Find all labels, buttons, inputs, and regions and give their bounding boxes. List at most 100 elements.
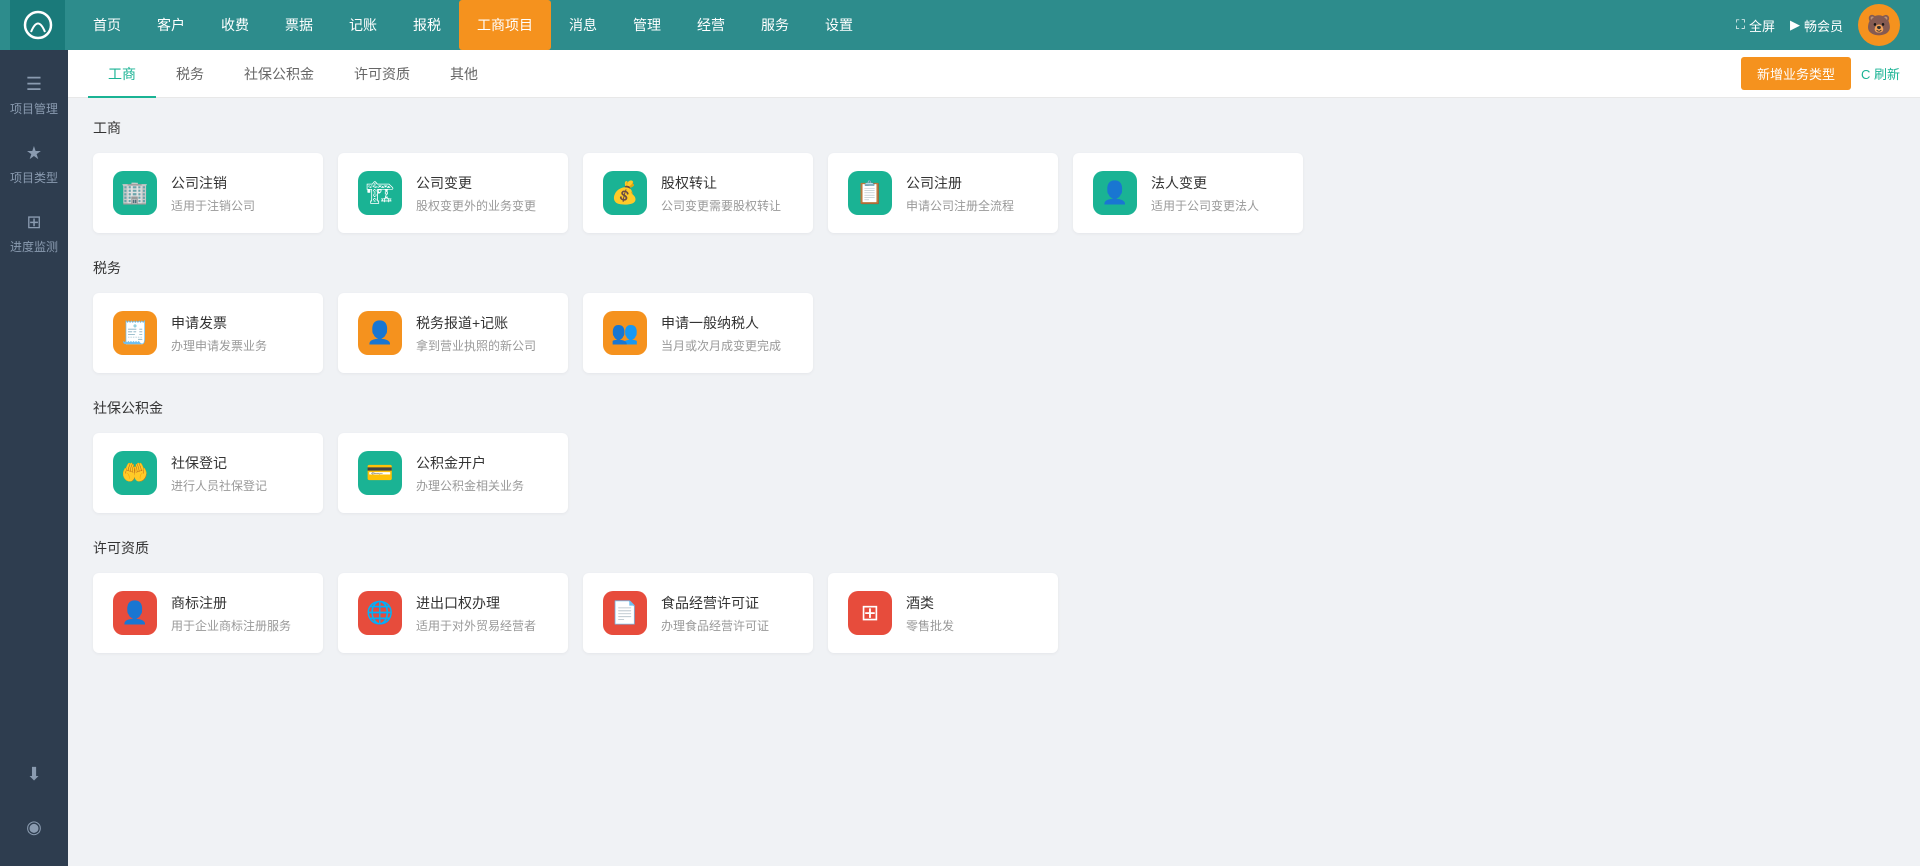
card-公司注册[interactable]: 📋 公司注册申请公司注册全流程 — [828, 153, 1058, 233]
card-info: 公司注销适用于注销公司 — [171, 173, 255, 214]
card-title: 股权转让 — [661, 173, 781, 193]
main-content[interactable]: 工商 🏢 公司注销适用于注销公司 🏗 公司变更股权变更外的业务变更 💰 股权转让公司变更需要… — [68, 98, 1920, 866]
tab-许可资质[interactable]: 许可资质 — [334, 50, 430, 98]
card-icon: 🏗 — [358, 171, 402, 215]
card-info: 公积金开户办理公积金相关业务 — [416, 453, 524, 494]
card-icon: ⊞ — [848, 591, 892, 635]
sidebar-bottom-icon: ⬇ — [22, 762, 46, 786]
nav-item-消息[interactable]: 消息 — [551, 0, 615, 50]
card-商标注册[interactable]: 👤 商标注册用于企业商标注册服务 — [93, 573, 323, 653]
card-进出口权办理[interactable]: 🌐 进出口权办理适用于对外贸易经营者 — [338, 573, 568, 653]
sidebar-item-进度监测[interactable]: ⊞进度监测 — [0, 198, 68, 267]
nav-item-服务[interactable]: 服务 — [743, 0, 807, 50]
sidebar-bottom: ⬇◉ — [17, 750, 51, 866]
cards-grid: 👤 商标注册用于企业商标注册服务 🌐 进出口权办理适用于对外贸易经营者 📄食品经营许可证… — [93, 573, 1895, 653]
card-info: 进出口权办理适用于对外贸易经营者 — [416, 593, 536, 634]
card-desc: 适用于公司变更法人 — [1151, 197, 1259, 214]
card-申请一般纳税人[interactable]: 👥申请一般纳税人当月或次月成变更完成 — [583, 293, 813, 373]
nav-right: ⛶ 全屏 ▶ 畅会员 🐻 — [1736, 4, 1900, 46]
card-desc: 公司变更需要股权转让 — [661, 197, 781, 214]
card-社保登记[interactable]: 🤲 社保登记进行人员社保登记 — [93, 433, 323, 513]
nav-item-管理[interactable]: 管理 — [615, 0, 679, 50]
card-title: 公司变更 — [416, 173, 536, 193]
cards-grid: 🏢 公司注销适用于注销公司 🏗 公司变更股权变更外的业务变更 💰 股权转让公司变更需要股权… — [93, 153, 1895, 233]
card-info: 法人变更适用于公司变更法人 — [1151, 173, 1259, 214]
card-desc: 股权变更外的业务变更 — [416, 197, 536, 214]
nav-item-收费[interactable]: 收费 — [203, 0, 267, 50]
content-area: 工商税务社保公积金许可资质其他 新增业务类型 C 刷新 工商🏢公司注销适用于注销… — [68, 50, 1920, 866]
card-desc: 适用于对外贸易经营者 — [416, 617, 536, 634]
section-title: 社保公积金 — [93, 398, 1895, 418]
card-desc: 申请公司注册全流程 — [906, 197, 1014, 214]
card-icon: 📋 — [848, 171, 892, 215]
nav-item-设置[interactable]: 设置 — [807, 0, 871, 50]
card-title: 商标注册 — [171, 593, 291, 613]
sidebar-bottom-item-1[interactable]: ◉ — [17, 803, 51, 851]
sidebar-item-项目类型[interactable]: ★项目类型 — [0, 129, 68, 198]
card-icon: 🤲 — [113, 451, 157, 495]
sidebar-item-项目管理[interactable]: ☰项目管理 — [0, 60, 68, 129]
card-股权转让[interactable]: 💰 股权转让公司变更需要股权转让 — [583, 153, 813, 233]
card-info: 商标注册用于企业商标注册服务 — [171, 593, 291, 634]
section-许可资质: 许可资质 👤 商标注册用于企业商标注册服务 🌐 进出口权办理适用于对外贸易经营者 📄食品经… — [93, 538, 1895, 653]
card-info: 申请发票办理申请发票业务 — [171, 313, 267, 354]
card-税务报道+记账[interactable]: 👤 税务报道+记账拿到营业执照的新公司 — [338, 293, 568, 373]
fullscreen-button[interactable]: ⛶ 全屏 — [1736, 16, 1775, 35]
card-食品经营许可证[interactable]: 📄食品经营许可证办理食品经营许可证 — [583, 573, 813, 653]
card-info: 社保登记进行人员社保登记 — [171, 453, 267, 494]
nav-item-报税[interactable]: 报税 — [395, 0, 459, 50]
nav-item-票据[interactable]: 票据 — [267, 0, 331, 50]
card-icon: 🌐 — [358, 591, 402, 635]
member-button[interactable]: ▶ 畅会员 — [1790, 16, 1843, 35]
tab-其他[interactable]: 其他 — [430, 50, 498, 98]
card-info: 税务报道+记账拿到营业执照的新公司 — [416, 313, 536, 354]
card-title: 公司注册 — [906, 173, 1014, 193]
card-desc: 用于企业商标注册服务 — [171, 617, 291, 634]
section-title: 工商 — [93, 118, 1895, 138]
new-type-button[interactable]: 新增业务类型 — [1741, 57, 1851, 90]
card-icon: 👤 — [1093, 171, 1137, 215]
card-title: 税务报道+记账 — [416, 313, 536, 333]
mascot-avatar: 🐻 — [1858, 4, 1900, 46]
card-icon: 💰 — [603, 171, 647, 215]
card-desc: 当月或次月成变更完成 — [661, 337, 781, 354]
card-法人变更[interactable]: 👤 法人变更适用于公司变更法人 — [1073, 153, 1303, 233]
nav-item-记账[interactable]: 记账 — [331, 0, 395, 50]
nav-item-客户[interactable]: 客户 — [139, 0, 203, 50]
tab-税务[interactable]: 税务 — [156, 50, 224, 98]
card-icon: 🏢 — [113, 171, 157, 215]
nav-menu: 首页客户收费票据记账报税工商项目消息管理经营服务设置 — [75, 0, 1736, 50]
tab-工商[interactable]: 工商 — [88, 50, 156, 98]
card-公积金开户[interactable]: 💳 公积金开户办理公积金相关业务 — [338, 433, 568, 513]
nav-item-经营[interactable]: 经营 — [679, 0, 743, 50]
sidebar-icon: ☰ — [22, 72, 46, 96]
card-info: 公司注册申请公司注册全流程 — [906, 173, 1014, 214]
sidebar-bottom-icon: ◉ — [22, 815, 46, 839]
cards-grid: 🤲 社保登记进行人员社保登记 💳 公积金开户办理公积金相关业务 — [93, 433, 1895, 513]
section-title: 税务 — [93, 258, 1895, 278]
card-title: 公积金开户 — [416, 453, 524, 473]
sidebar-icon: ⊞ — [22, 210, 46, 234]
nav-item-首页[interactable]: 首页 — [75, 0, 139, 50]
card-desc: 进行人员社保登记 — [171, 477, 267, 494]
tab-bar: 工商税务社保公积金许可资质其他 新增业务类型 C 刷新 — [68, 50, 1920, 98]
card-公司注销[interactable]: 🏢 公司注销适用于注销公司 — [93, 153, 323, 233]
section-title: 许可资质 — [93, 538, 1895, 558]
tab-actions: 新增业务类型 C 刷新 — [1741, 57, 1900, 90]
card-申请发票[interactable]: 🧾 申请发票办理申请发票业务 — [93, 293, 323, 373]
top-navigation: 首页客户收费票据记账报税工商项目消息管理经营服务设置 ⛶ 全屏 ▶ 畅会员 🐻 — [0, 0, 1920, 50]
nav-item-工商项目[interactable]: 工商项目 — [459, 0, 551, 50]
card-icon: 💳 — [358, 451, 402, 495]
refresh-button[interactable]: C 刷新 — [1861, 64, 1900, 83]
card-icon: 👤 — [358, 311, 402, 355]
card-公司变更[interactable]: 🏗 公司变更股权变更外的业务变更 — [338, 153, 568, 233]
card-icon: 👤 — [113, 591, 157, 635]
card-title: 社保登记 — [171, 453, 267, 473]
card-酒类[interactable]: ⊞酒类零售批发 — [828, 573, 1058, 653]
card-title: 法人变更 — [1151, 173, 1259, 193]
main-layout: ☰项目管理★项目类型⊞进度监测⬇◉ 工商税务社保公积金许可资质其他 新增业务类型… — [0, 50, 1920, 866]
tab-社保公积金[interactable]: 社保公积金 — [224, 50, 334, 98]
sidebar-bottom-item-0[interactable]: ⬇ — [17, 750, 51, 798]
card-title: 公司注销 — [171, 173, 255, 193]
card-icon: 🧾 — [113, 311, 157, 355]
